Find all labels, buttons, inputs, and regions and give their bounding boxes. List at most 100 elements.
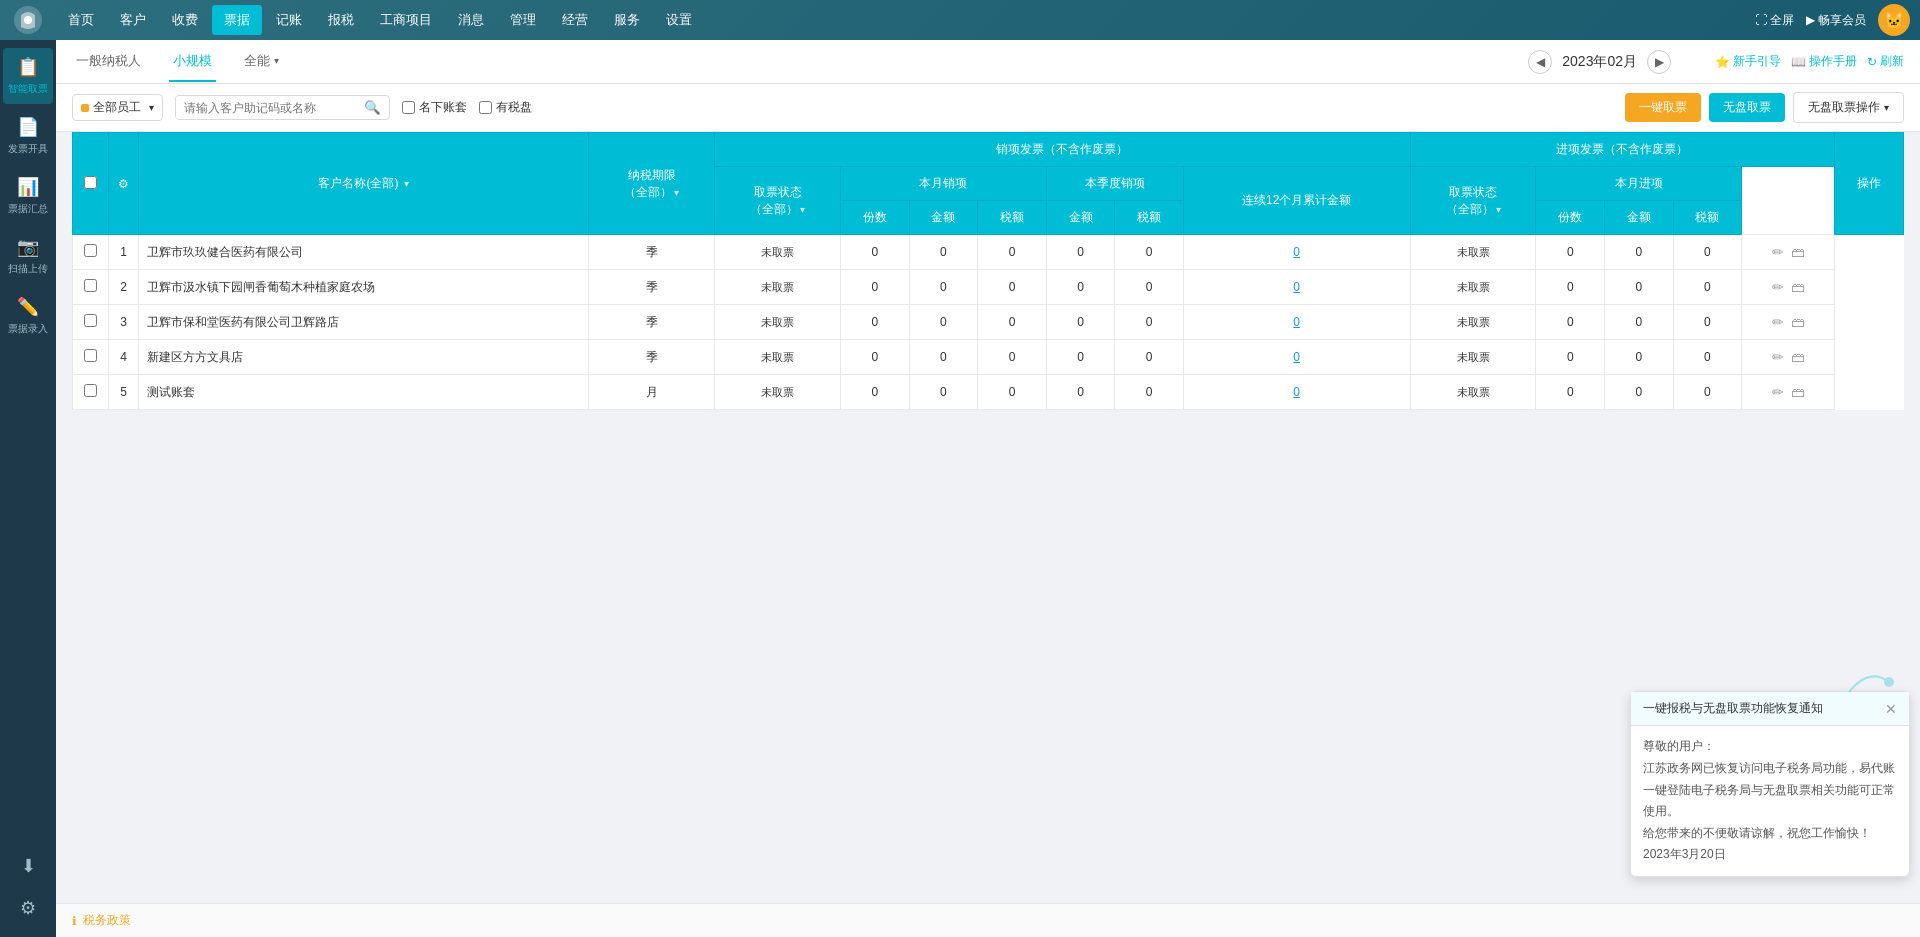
chevron-down-icon: ▾ <box>149 102 154 113</box>
row-sales-month-tax: 0 <box>978 305 1047 340</box>
nav-item-settings[interactable]: 设置 <box>654 5 704 35</box>
row-detail-button[interactable]: 🗃 <box>1789 382 1807 402</box>
new-guide-button[interactable]: ⭐ 新手引导 <box>1715 53 1781 70</box>
notification-close-button[interactable]: ✕ <box>1885 701 1897 717</box>
row-num: 3 <box>109 305 139 340</box>
tax-policy-link[interactable]: 税务政策 <box>83 912 131 929</box>
nav-item-customer[interactable]: 客户 <box>108 5 158 35</box>
diskless-ticket-button[interactable]: 无盘取票 <box>1709 93 1785 122</box>
row-edit-button[interactable]: ✏ <box>1770 312 1786 332</box>
nav-item-operation[interactable]: 经营 <box>550 5 600 35</box>
nav-item-manage[interactable]: 管理 <box>498 5 548 35</box>
top-navigation: 首页 客户 收费 票据 记账 报税 工商项目 消息 管理 经营 服务 设置 ⛶ … <box>0 0 1920 40</box>
row-checkbox-cell[interactable] <box>73 340 109 375</box>
row-edit-button[interactable]: ✏ <box>1770 277 1786 297</box>
sidebar-item-smart-ticket[interactable]: 📋 智能取票 <box>3 48 53 104</box>
row-checkbox-cell[interactable] <box>73 270 109 305</box>
diskless-ticket-ops-button[interactable]: 无盘取票操作 ▾ <box>1793 92 1904 123</box>
row-sales-season-tax: 0 <box>1115 235 1184 270</box>
sidebar-item-invoice-issue[interactable]: 📄 发票开具 <box>3 108 53 164</box>
nav-item-business[interactable]: 工商项目 <box>368 5 444 35</box>
row-edit-button[interactable]: ✏ <box>1770 382 1786 402</box>
nav-item-message[interactable]: 消息 <box>446 5 496 35</box>
sidebar-item-invoice-entry[interactable]: ✏️ 票据录入 <box>3 288 53 344</box>
th-purchase-invoice-group: 进项发票（不含作废票） <box>1410 133 1835 167</box>
th-sales-invoice-group: 销项发票（不含作废票） <box>715 133 1410 167</box>
top-page-actions: ⭐ 新手引导 📖 操作手册 ↻ 刷新 <box>1715 53 1904 70</box>
notification-body: 尊敬的用户： 江苏政务网已恢复访问电子税务局功能，易代账一键登陆电子税务局与无盘… <box>1631 726 1909 876</box>
employee-filter[interactable]: 全部员工 ▾ <box>72 94 163 121</box>
sidebar-item-download[interactable]: ⬇ <box>3 847 53 885</box>
sidebar-item-scan-upload[interactable]: 📷 扫描上传 <box>3 228 53 284</box>
period-prev-button[interactable]: ◀ <box>1528 50 1552 74</box>
settings-icon: ⚙ <box>20 897 36 919</box>
search-button[interactable]: 🔍 <box>356 96 389 119</box>
row-detail-button[interactable]: 🗃 <box>1789 242 1807 262</box>
table-row: 4 新建区方方文具店 季 未取票 0 0 0 0 0 0 未取票 0 0 0 ✏… <box>73 340 1904 375</box>
th-operations: 操作 <box>1835 133 1904 235</box>
row-purchase-status: 未取票 <box>1410 305 1536 340</box>
row-actions: ✏ 🗃 <box>1742 235 1835 270</box>
row-checkbox-cell[interactable] <box>73 235 109 270</box>
tab-all-in-one[interactable]: 全能 ▾ <box>240 42 283 82</box>
filter-right-buttons: 一键取票 无盘取票 无盘取票操作 ▾ <box>1625 92 1904 123</box>
row-edit-button[interactable]: ✏ <box>1770 347 1786 367</box>
bottom-bar: ℹ 税务政策 <box>56 903 1920 937</box>
user-avatar[interactable]: 🐱 <box>1878 4 1910 36</box>
row-actions: ✏ 🗃 <box>1742 375 1835 410</box>
nav-item-accounting[interactable]: 记账 <box>264 5 314 35</box>
row-sales-month-amount: 0 <box>909 375 978 410</box>
row-sales-month-count: 0 <box>841 270 910 305</box>
nav-item-service[interactable]: 服务 <box>602 5 652 35</box>
th-purchase-month-amount: 金额 <box>1605 201 1674 235</box>
sidebar-bottom-actions: ⬇ ⚙ <box>3 847 53 937</box>
row-customer-name: 测试账套 <box>139 375 589 410</box>
row-purchase-month-tax: 0 <box>1673 375 1742 410</box>
row-detail-button[interactable]: 🗃 <box>1789 277 1807 297</box>
sidebar: 📋 智能取票 📄 发票开具 📊 票据汇总 📷 扫描上传 ✏️ 票据录入 ⬇ ⚙ <box>0 40 56 937</box>
table-wrapper: ⚙ 客户名称(全部) ▾ 纳税期限（全部）▾ 销项发票（不含作废票） 进项发票（… <box>72 132 1904 410</box>
nav-items-container: 首页 客户 收费 票据 记账 报税 工商项目 消息 管理 经营 服务 设置 <box>56 5 1755 35</box>
row-purchase-status: 未取票 <box>1410 375 1536 410</box>
row-sales-status: 未取票 <box>715 340 841 375</box>
fullscreen-button[interactable]: ⛶ 全屏 <box>1755 12 1794 29</box>
search-input[interactable] <box>176 97 356 119</box>
one-click-ticket-button[interactable]: 一键取票 <box>1625 93 1701 122</box>
svg-point-2 <box>1884 677 1894 687</box>
th-sales-month-group: 本月销项 <box>841 167 1047 201</box>
sidebar-item-invoice-summary[interactable]: 📊 票据汇总 <box>3 168 53 224</box>
row-sales-cumulative: 0 <box>1183 305 1410 340</box>
has-tax-filter[interactable]: 有税盘 <box>479 99 532 116</box>
row-tax-period: 季 <box>589 270 715 305</box>
row-purchase-month-count: 0 <box>1536 305 1605 340</box>
nav-item-tax[interactable]: 报税 <box>316 5 366 35</box>
nav-item-fees[interactable]: 收费 <box>160 5 210 35</box>
period-next-button[interactable]: ▶ <box>1647 50 1671 74</box>
row-actions: ✏ 🗃 <box>1742 305 1835 340</box>
nav-item-home[interactable]: 首页 <box>56 5 106 35</box>
row-purchase-month-amount: 0 <box>1605 305 1674 340</box>
refresh-button[interactable]: ↻ 刷新 <box>1867 53 1904 70</box>
row-detail-button[interactable]: 🗃 <box>1789 347 1807 367</box>
row-sales-month-count: 0 <box>841 305 910 340</box>
row-checkbox-cell[interactable] <box>73 375 109 410</box>
sidebar-item-settings[interactable]: ⚙ <box>3 889 53 927</box>
tab-general-taxpayer[interactable]: 一般纳税人 <box>72 42 145 82</box>
row-customer-name: 卫辉市保和堂医药有限公司卫辉路店 <box>139 305 589 340</box>
name-account-filter[interactable]: 名下账套 <box>402 99 467 116</box>
th-purchase-month-count: 份数 <box>1536 201 1605 235</box>
info-icon: ℹ <box>72 914 77 928</box>
tab-small-scale[interactable]: 小规模 <box>169 42 216 82</box>
member-button[interactable]: ▶ 畅享会员 <box>1806 12 1866 29</box>
operation-manual-button[interactable]: 📖 操作手册 <box>1791 53 1857 70</box>
svg-point-1 <box>24 16 32 24</box>
row-edit-button[interactable]: ✏ <box>1770 242 1786 262</box>
row-detail-button[interactable]: 🗃 <box>1789 312 1807 332</box>
notification-decoration <box>1839 662 1899 702</box>
filter-dot-icon <box>81 104 89 112</box>
nav-item-invoice[interactable]: 票据 <box>212 5 262 35</box>
period-text: 2023年02月 <box>1562 53 1637 71</box>
invoice-summary-icon: 📊 <box>17 176 39 198</box>
select-all-checkbox[interactable] <box>84 176 97 189</box>
row-checkbox-cell[interactable] <box>73 305 109 340</box>
